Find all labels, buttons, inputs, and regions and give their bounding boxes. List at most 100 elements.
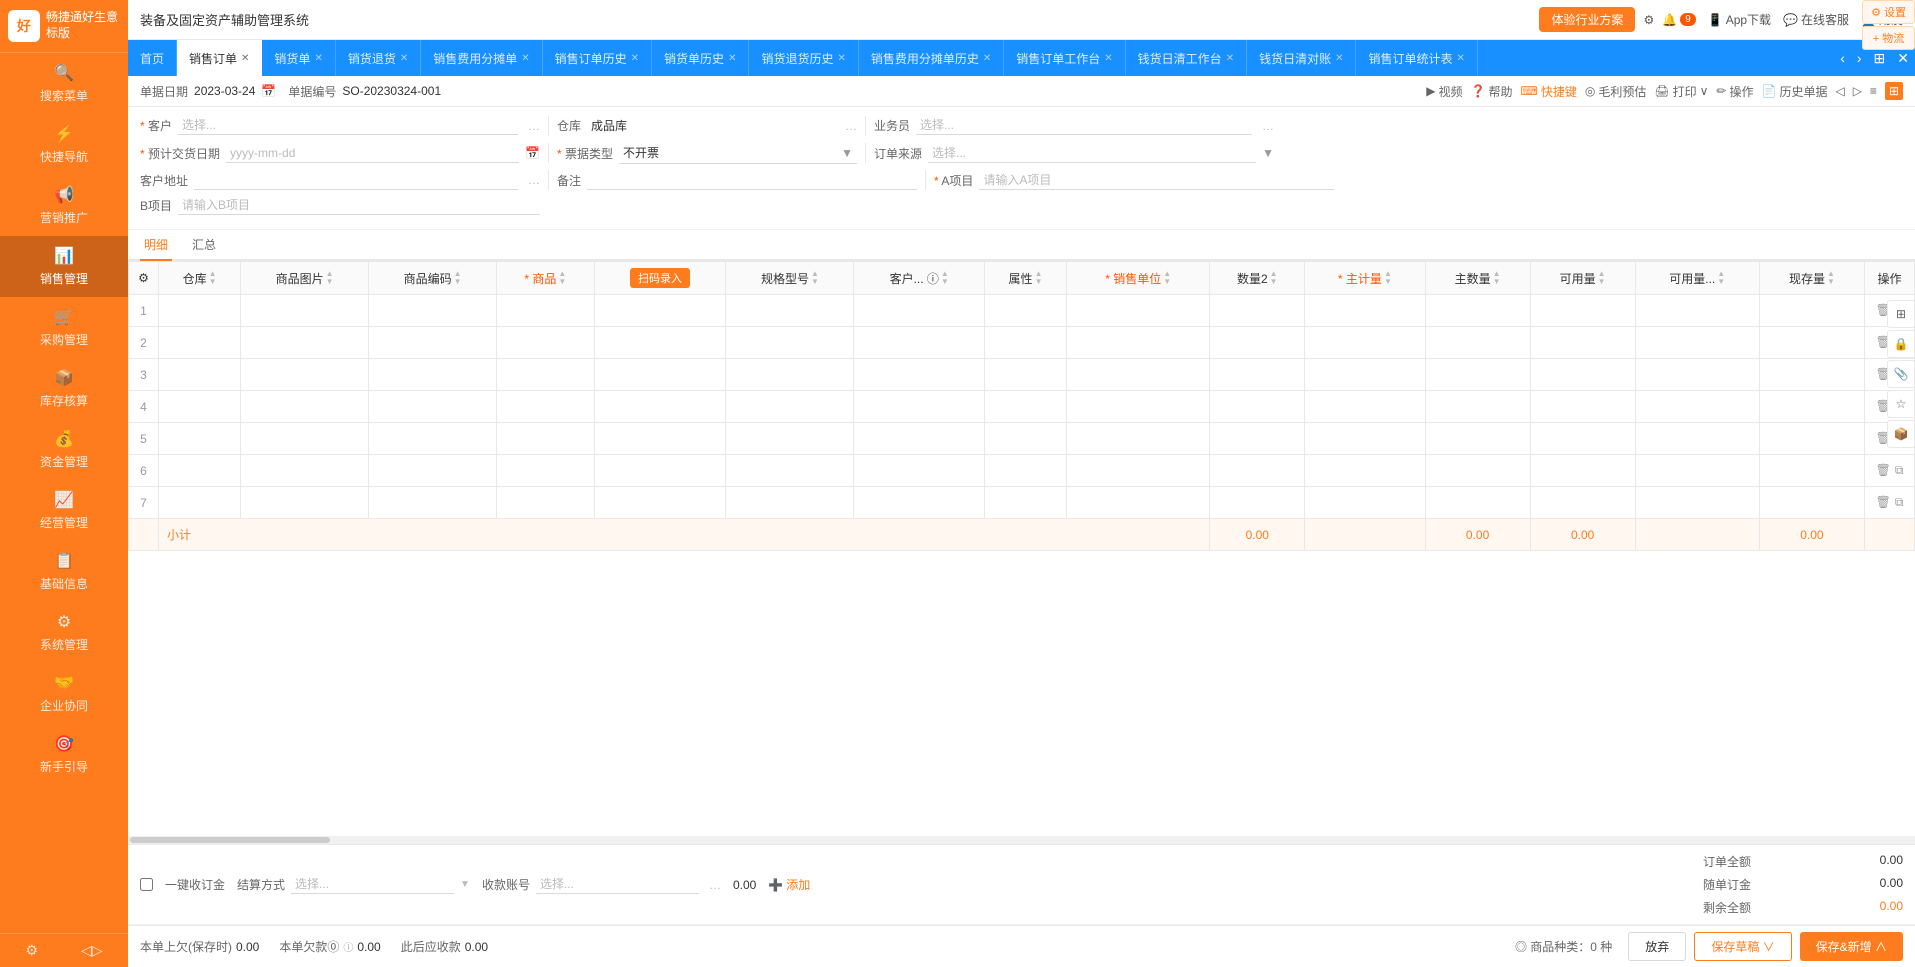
a-project-input[interactable] <box>979 171 1334 190</box>
scan-button[interactable]: 扫码录入 <box>630 268 690 288</box>
cell-stock-1[interactable] <box>1759 295 1864 327</box>
tab-sales-order[interactable]: 销售订单 ✕ <box>177 40 262 76</box>
cell-qty2-7[interactable] <box>1210 487 1305 519</box>
cell-available-3[interactable] <box>1530 359 1635 391</box>
float-btn-4[interactable]: ☆ <box>1887 390 1915 418</box>
cell-stock-3[interactable] <box>1759 359 1864 391</box>
tab-close-cash-workbench[interactable]: ✕ <box>1226 53 1234 64</box>
tab-detail[interactable]: 明细 <box>140 230 172 261</box>
sidebar-settings-btn[interactable]: ⚙ <box>25 942 38 959</box>
sidebar-item-guide[interactable]: 🎯 新手引导 <box>0 724 128 785</box>
cell-warehouse-3[interactable] <box>159 359 241 391</box>
cell-image-4[interactable] <box>241 391 369 423</box>
th-settings[interactable]: ⚙ <box>129 262 159 295</box>
tab-sales-return[interactable]: 销货退货 ✕ <box>336 40 421 76</box>
cell-unit-4[interactable] <box>1067 391 1210 423</box>
sidebar-item-search[interactable]: 🔍 搜索菜单 <box>0 53 128 114</box>
tab-sales-order-history[interactable]: 销售订单历史 ✕ <box>543 40 652 76</box>
float-btn-2[interactable]: 🔒 <box>1887 330 1915 358</box>
tab-close-cash-reconcile[interactable]: ✕ <box>1335 53 1343 64</box>
cell-attribute-6[interactable] <box>984 455 1066 487</box>
payment-method-input[interactable] <box>291 875 454 894</box>
invoice-type-select[interactable]: 不开票 ▼ <box>619 142 857 164</box>
tab-close-sales-cost[interactable]: ✕ <box>521 53 529 64</box>
cell-available-6[interactable] <box>1530 455 1635 487</box>
cell-spec-3[interactable] <box>726 359 854 391</box>
cell-code-2[interactable] <box>369 327 497 359</box>
cell-goods-7[interactable] <box>497 487 594 519</box>
print-btn[interactable]: 🖨 打印 ∨ <box>1654 83 1708 100</box>
tab-close-sales-invoice-history[interactable]: ✕ <box>728 53 736 64</box>
cell-attribute-4[interactable] <box>984 391 1066 423</box>
cell-main-unit-6[interactable] <box>1305 455 1425 487</box>
cell-main-unit-5[interactable] <box>1305 423 1425 455</box>
warehouse-more-btn[interactable]: … <box>845 119 857 133</box>
cell-warehouse-2[interactable] <box>159 327 241 359</box>
cell-qty2-6[interactable] <box>1210 455 1305 487</box>
copy-row-7-btn[interactable]: ⧉ <box>1895 495 1904 510</box>
history-btn[interactable]: 📄 历史单据 <box>1761 83 1827 100</box>
sidebar-item-inventory[interactable]: 📦 库存核算 <box>0 358 128 419</box>
cell-customer-code-6[interactable] <box>854 455 985 487</box>
cell-spec-7[interactable] <box>726 487 854 519</box>
cell-image-5[interactable] <box>241 423 369 455</box>
cell-available-2[interactable] <box>1530 327 1635 359</box>
cell-image-1[interactable] <box>241 295 369 327</box>
cell-code-6[interactable] <box>369 455 497 487</box>
cell-customer-code-1[interactable] <box>854 295 985 327</box>
cell-available-1[interactable] <box>1530 295 1635 327</box>
cell-unit-2[interactable] <box>1067 327 1210 359</box>
cell-available2-6[interactable] <box>1635 455 1759 487</box>
cell-attribute-1[interactable] <box>984 295 1066 327</box>
industry-solution-btn[interactable]: 体验行业方案 <box>1539 7 1635 32</box>
cell-attribute-5[interactable] <box>984 423 1066 455</box>
sidebar-collapse-btn[interactable]: ◁▷ <box>81 942 103 959</box>
cell-customer-code-5[interactable] <box>854 423 985 455</box>
cell-available2-7[interactable] <box>1635 487 1759 519</box>
delete-row-6-btn[interactable]: 🗑 <box>1876 463 1891 478</box>
delivery-calendar-icon[interactable]: 📅 <box>525 146 540 160</box>
list-view-btn[interactable]: ≡ <box>1870 84 1877 98</box>
tab-close-cost-history[interactable]: ✕ <box>983 53 991 64</box>
b-project-input[interactable] <box>178 196 540 215</box>
tab-cost-history[interactable]: 销售费用分摊单历史 ✕ <box>859 40 1004 76</box>
cell-warehouse-4[interactable] <box>159 391 241 423</box>
cell-stock-5[interactable] <box>1759 423 1864 455</box>
cell-unit-3[interactable] <box>1067 359 1210 391</box>
save-draft-btn[interactable]: 保存草稿 ∨ <box>1694 932 1791 961</box>
cell-customer-code-4[interactable] <box>854 391 985 423</box>
tab-cash-workbench[interactable]: 钱货日清工作台 ✕ <box>1126 40 1247 76</box>
preview-btn[interactable]: ▶ 视频 <box>1426 83 1462 100</box>
operation-btn[interactable]: ✏ 操作 <box>1716 83 1753 100</box>
cell-qty2-5[interactable] <box>1210 423 1305 455</box>
sidebar-item-quicknav[interactable]: ⚡ 快捷导航 <box>0 114 128 175</box>
cell-code-5[interactable] <box>369 423 497 455</box>
cell-warehouse-7[interactable] <box>159 487 241 519</box>
cell-image-2[interactable] <box>241 327 369 359</box>
cell-main-qty-1[interactable] <box>1425 295 1530 327</box>
cell-scan-3[interactable] <box>594 359 726 391</box>
address-input[interactable] <box>194 171 518 190</box>
tab-close-order-stats[interactable]: ✕ <box>1457 53 1465 64</box>
tab-sales-cost[interactable]: 销售费用分摊单 ✕ <box>421 40 542 76</box>
account-input[interactable] <box>536 875 699 894</box>
cell-attribute-3[interactable] <box>984 359 1066 391</box>
cell-scan-5[interactable] <box>594 423 726 455</box>
sidebar-item-marketing[interactable]: 📢 营销推广 <box>0 175 128 236</box>
tab-more-btn[interactable]: ⊞ <box>1868 50 1892 67</box>
sidebar-item-operations[interactable]: 📈 经营管理 <box>0 480 128 541</box>
cell-goods-1[interactable] <box>497 295 594 327</box>
cell-main-qty-6[interactable] <box>1425 455 1530 487</box>
grid-view-btn[interactable]: ⊞ <box>1885 82 1903 100</box>
sidebar-item-finance[interactable]: 💰 资金管理 <box>0 419 128 480</box>
tab-close-sales-order[interactable]: ✕ <box>241 53 249 64</box>
cell-main-qty-5[interactable] <box>1425 423 1530 455</box>
cell-unit-1[interactable] <box>1067 295 1210 327</box>
cell-code-1[interactable] <box>369 295 497 327</box>
float-btn-1[interactable]: ⊞ <box>1887 300 1915 328</box>
tab-next-btn[interactable]: › <box>1851 50 1868 66</box>
cell-customer-code-2[interactable] <box>854 327 985 359</box>
customer-more-btn[interactable]: … <box>528 119 540 133</box>
cell-attribute-7[interactable] <box>984 487 1066 519</box>
cell-qty2-2[interactable] <box>1210 327 1305 359</box>
